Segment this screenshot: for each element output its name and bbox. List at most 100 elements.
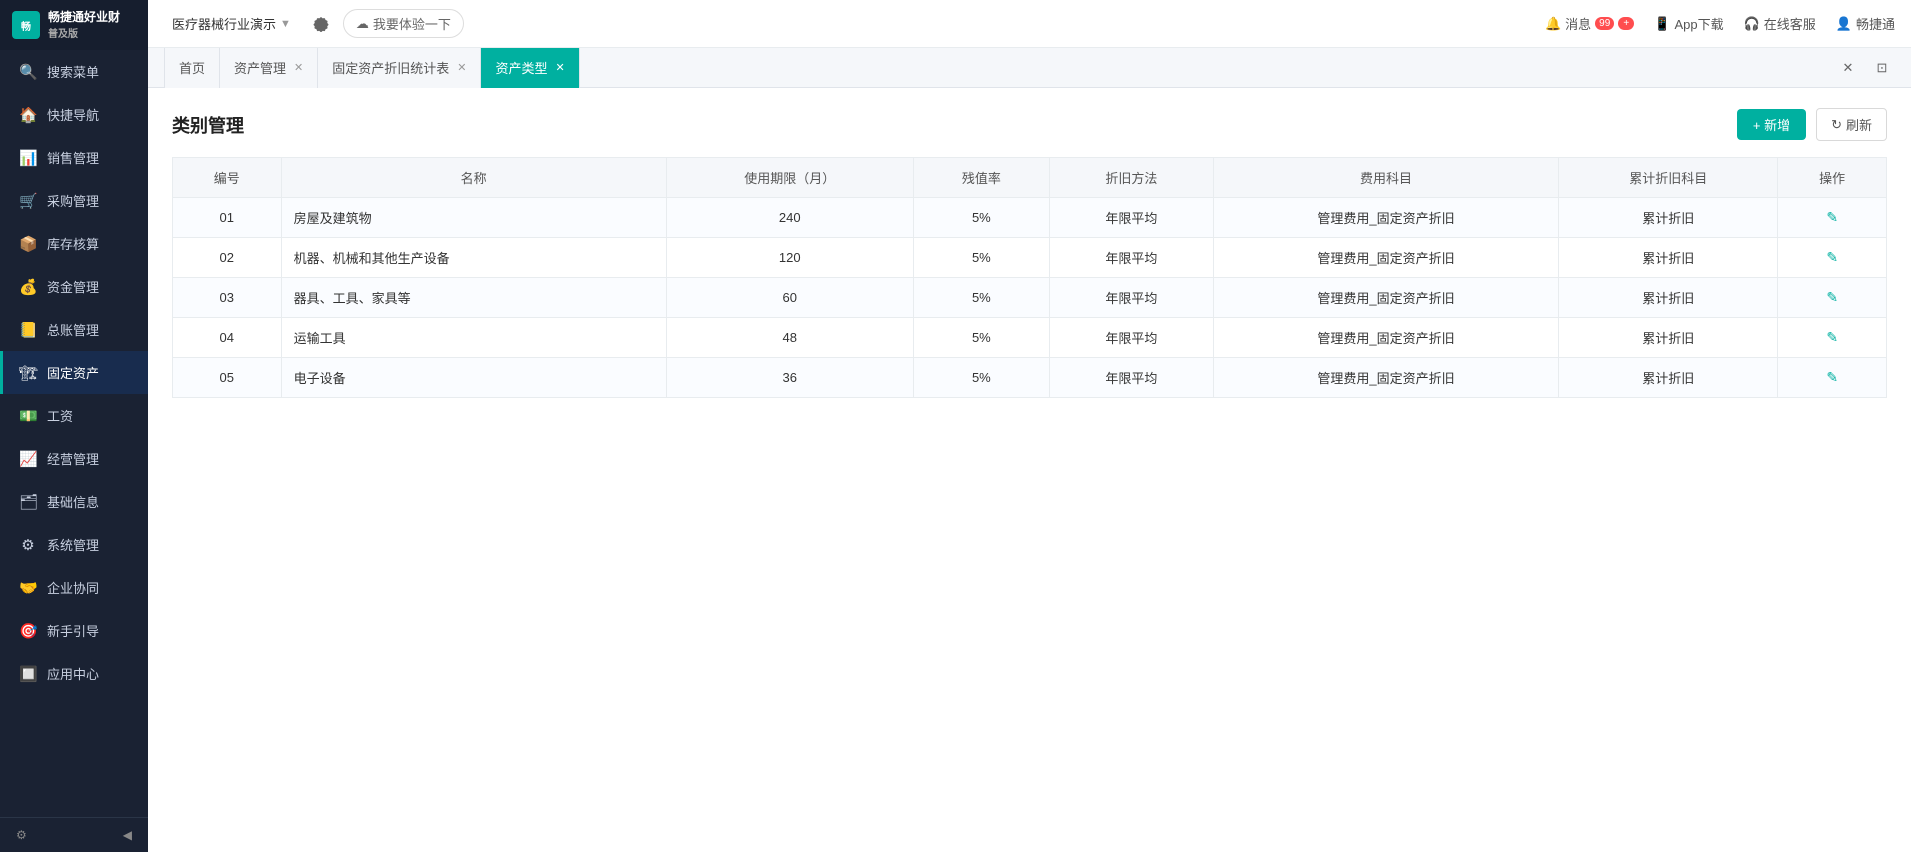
sidebar-item-app-center[interactable]: 🔲 应用中心	[0, 652, 148, 695]
cell-action[interactable]: ✎	[1778, 198, 1887, 238]
tab-asset-type[interactable]: 资产类型 ✕	[481, 48, 579, 88]
tab-depreciation-close[interactable]: ✕	[457, 61, 466, 74]
edit-icon[interactable]: ✎	[1826, 289, 1838, 305]
app-download-button[interactable]: 📱 App下载	[1654, 14, 1723, 33]
money-icon: 💰	[19, 278, 37, 296]
industry-settings-button[interactable]	[307, 10, 335, 38]
col-action: 操作	[1778, 158, 1887, 198]
edit-icon[interactable]: ✎	[1826, 329, 1838, 345]
cell-expense: 管理费用_固定资产折旧	[1213, 358, 1558, 398]
close-tab-button[interactable]: ✕	[1835, 55, 1861, 81]
sidebar-item-fixed-assets[interactable]: 🏗 固定资产	[0, 351, 148, 394]
col-id: 编号	[173, 158, 282, 198]
cloud-icon: ☁	[356, 16, 369, 32]
sidebar-item-search[interactable]: 🔍 搜索菜单	[0, 50, 148, 93]
user-profile-button[interactable]: 👤 畅捷通	[1836, 14, 1895, 33]
cell-name: 房屋及建筑物	[281, 198, 666, 238]
refresh-icon: ↻	[1831, 117, 1842, 133]
cell-residual: 5%	[913, 238, 1049, 278]
cell-id: 01	[173, 198, 282, 238]
tab-home[interactable]: 首页	[164, 48, 220, 88]
sidebar-item-label: 固定资产	[47, 363, 99, 382]
cell-method: 年限平均	[1049, 318, 1213, 358]
online-service-button[interactable]: 🎧 在线客服	[1744, 14, 1816, 33]
industry-label: 医疗器械行业演示	[172, 14, 276, 33]
cell-id: 03	[173, 278, 282, 318]
cell-accumulated: 累计折旧	[1559, 198, 1778, 238]
cell-action[interactable]: ✎	[1778, 278, 1887, 318]
refresh-button[interactable]: ↻ 刷新	[1816, 108, 1887, 141]
asset-type-table: 编号 名称 使用期限（月） 残值率 折旧方法 费用科目 累计折旧科目 操作 01…	[172, 157, 1887, 398]
sidebar-item-funds[interactable]: 💰 资金管理	[0, 265, 148, 308]
edit-icon[interactable]: ✎	[1826, 369, 1838, 385]
notification-plus: +	[1618, 17, 1634, 30]
cell-name: 器具、工具、家具等	[281, 278, 666, 318]
footer-settings-icon[interactable]: ⚙	[16, 828, 27, 842]
home-icon: 🏠	[19, 106, 37, 124]
sidebar-item-base-info[interactable]: 🗂 基础信息	[0, 480, 148, 523]
sidebar-item-label: 企业协同	[47, 578, 99, 597]
app-logo: 畅 畅捷通好业财 普及版	[0, 0, 148, 50]
tab-asset-type-label: 资产类型	[495, 58, 547, 77]
main-area: 医疗器械行业演示 ▼ ☁ 我要体验一下 🔔 消息 99+ 📱	[148, 0, 1911, 852]
table-row: 01 房屋及建筑物 240 5% 年限平均 管理费用_固定资产折旧 累计折旧 ✎	[173, 198, 1887, 238]
sidebar-item-label: 新手引导	[47, 621, 99, 640]
sidebar-item-purchase[interactable]: 🛒 采购管理	[0, 179, 148, 222]
sidebar-nav: 🔍 搜索菜单 🏠 快捷导航 📊 销售管理 🛒 采购管理 📦 库存核算 💰 资金管…	[0, 50, 148, 817]
dollar-icon: 💵	[19, 407, 37, 425]
cell-name: 电子设备	[281, 358, 666, 398]
cell-accumulated: 累计折旧	[1559, 358, 1778, 398]
gear-icon: ⚙	[19, 536, 37, 554]
logo-text: 畅捷通好业财	[48, 10, 120, 26]
sidebar-item-system[interactable]: ⚙ 系统管理	[0, 523, 148, 566]
edit-icon[interactable]: ✎	[1826, 209, 1838, 225]
footer-collapse-icon[interactable]: ◀	[123, 828, 132, 842]
tab-asset-mgmt-close[interactable]: ✕	[294, 61, 303, 74]
col-accumulated: 累计折旧科目	[1559, 158, 1778, 198]
sidebar-item-operations[interactable]: 📈 经营管理	[0, 437, 148, 480]
new-button[interactable]: + 新增	[1737, 109, 1806, 140]
col-residual: 残值率	[913, 158, 1049, 198]
tab-depreciation-table[interactable]: 固定资产折旧统计表 ✕	[318, 48, 481, 88]
cell-accumulated: 累计折旧	[1559, 278, 1778, 318]
cell-id: 02	[173, 238, 282, 278]
cell-id: 04	[173, 318, 282, 358]
tab-asset-type-close[interactable]: ✕	[556, 61, 565, 74]
grid-icon: 🔲	[19, 665, 37, 683]
target-icon: 🎯	[19, 622, 37, 640]
notification-button[interactable]: 🔔 消息 99+	[1545, 14, 1634, 33]
sidebar-item-wages[interactable]: 💵 工资	[0, 394, 148, 437]
sidebar-item-label: 应用中心	[47, 664, 99, 683]
cell-action[interactable]: ✎	[1778, 238, 1887, 278]
topbar-right: 🔔 消息 99+ 📱 App下载 🎧 在线客服 👤 畅捷通	[1545, 14, 1895, 33]
tabs-bar: 首页 资产管理 ✕ 固定资产折旧统计表 ✕ 资产类型 ✕ ✕ ⊡	[148, 48, 1911, 88]
sidebar-item-sales[interactable]: 📊 销售管理	[0, 136, 148, 179]
sidebar-item-label: 采购管理	[47, 191, 99, 210]
app-download-label: App下载	[1674, 14, 1723, 33]
bell-icon: 🔔	[1545, 16, 1561, 32]
sidebar-item-label: 总账管理	[47, 320, 99, 339]
cell-action[interactable]: ✎	[1778, 318, 1887, 358]
cell-action[interactable]: ✎	[1778, 358, 1887, 398]
maximize-tab-button[interactable]: ⊡	[1869, 55, 1895, 81]
trial-button[interactable]: ☁ 我要体验一下	[343, 9, 464, 38]
cell-period: 240	[666, 198, 913, 238]
sidebar-item-inventory[interactable]: 📦 库存核算	[0, 222, 148, 265]
sidebar-item-label: 经营管理	[47, 449, 99, 468]
tab-asset-mgmt-label: 资产管理	[234, 58, 286, 77]
page-header: 类别管理 + 新增 ↻ 刷新	[172, 108, 1887, 141]
cell-residual: 5%	[913, 318, 1049, 358]
chevron-down-icon: ▼	[280, 18, 291, 30]
cell-expense: 管理费用_固定资产折旧	[1213, 198, 1558, 238]
cell-expense: 管理费用_固定资产折旧	[1213, 318, 1558, 358]
trend-icon: 📈	[19, 450, 37, 468]
sidebar-item-newbie[interactable]: 🎯 新手引导	[0, 609, 148, 652]
header-actions: + 新增 ↻ 刷新	[1737, 108, 1887, 141]
tab-asset-mgmt[interactable]: 资产管理 ✕	[220, 48, 318, 88]
sidebar-item-enterprise[interactable]: 🤝 企业协同	[0, 566, 148, 609]
sidebar-item-ledger[interactable]: 📒 总账管理	[0, 308, 148, 351]
edit-icon[interactable]: ✎	[1826, 249, 1838, 265]
sidebar-item-quick-nav[interactable]: 🏠 快捷导航	[0, 93, 148, 136]
industry-selector[interactable]: 医疗器械行业演示 ▼	[164, 10, 299, 37]
tab-depreciation-label: 固定资产折旧统计表	[332, 58, 449, 77]
